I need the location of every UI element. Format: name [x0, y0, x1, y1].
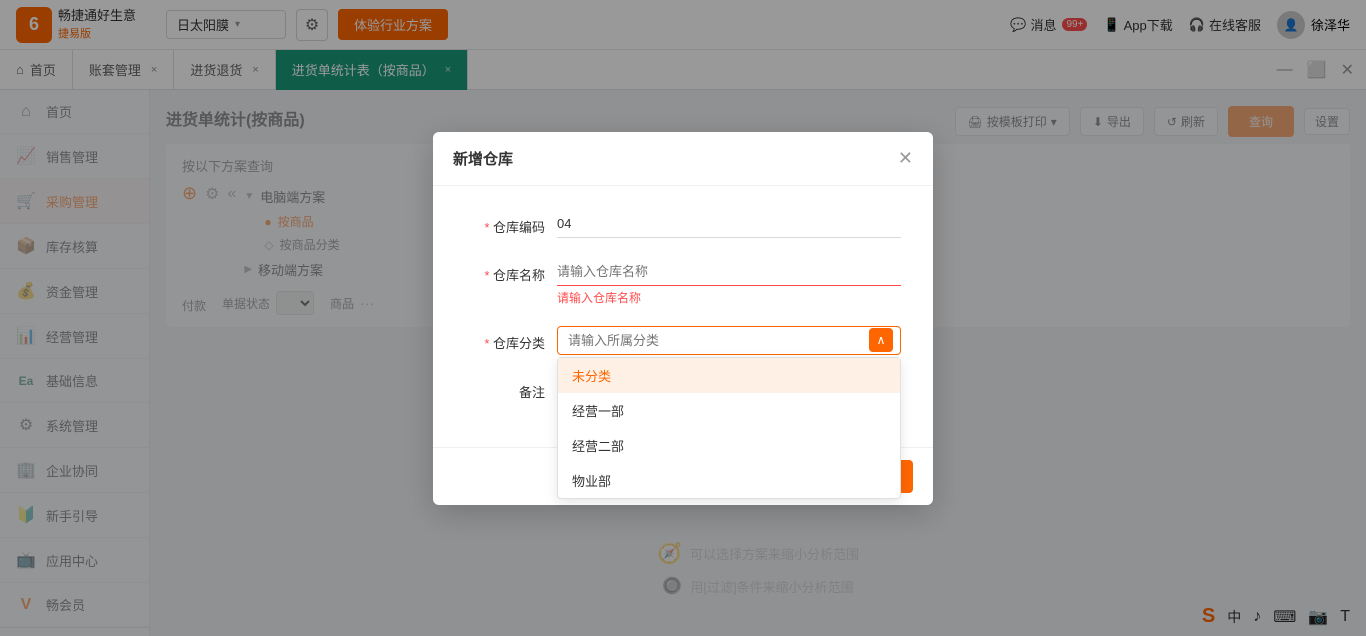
- name-error-msg: 请输入仓库名称: [557, 289, 901, 306]
- notes-label: 备注: [465, 375, 545, 401]
- modal-new-warehouse: 新增仓库 ✕ 仓库编码 仓库名称 请输入仓库名称 仓库分类: [433, 132, 933, 505]
- category-label: 仓库分类: [465, 326, 545, 352]
- name-input-wrapper: 请输入仓库名称: [557, 258, 901, 306]
- form-row-category: 仓库分类 ∧ 未分类 经营一部 经营二部 物业部: [465, 326, 901, 355]
- name-label: 仓库名称: [465, 258, 545, 284]
- modal-title: 新增仓库: [453, 148, 513, 169]
- form-row-code: 仓库编码: [465, 210, 901, 238]
- dropdown-item-dept2[interactable]: 经营二部: [558, 428, 900, 463]
- code-label: 仓库编码: [465, 210, 545, 236]
- dropdown-item-uncategorized[interactable]: 未分类: [558, 358, 900, 393]
- dropdown-item-property[interactable]: 物业部: [558, 463, 900, 498]
- form-row-name: 仓库名称 请输入仓库名称: [465, 258, 901, 306]
- modal-close-button[interactable]: ✕: [898, 148, 913, 169]
- category-input[interactable]: [557, 326, 901, 355]
- code-input-wrapper: [557, 210, 901, 238]
- category-dropdown: 未分类 经营一部 经营二部 物业部: [557, 357, 901, 499]
- modal-overlay: 新增仓库 ✕ 仓库编码 仓库名称 请输入仓库名称 仓库分类: [0, 0, 1366, 636]
- category-input-wrapper: ∧ 未分类 经营一部 经营二部 物业部: [557, 326, 901, 355]
- dropdown-item-dept1[interactable]: 经营一部: [558, 393, 900, 428]
- category-dropdown-toggle[interactable]: ∧: [869, 328, 893, 352]
- modal-header: 新增仓库 ✕: [433, 132, 933, 186]
- name-input[interactable]: [557, 258, 901, 286]
- modal-body: 仓库编码 仓库名称 请输入仓库名称 仓库分类 ∧: [433, 186, 933, 447]
- code-input[interactable]: [557, 210, 901, 238]
